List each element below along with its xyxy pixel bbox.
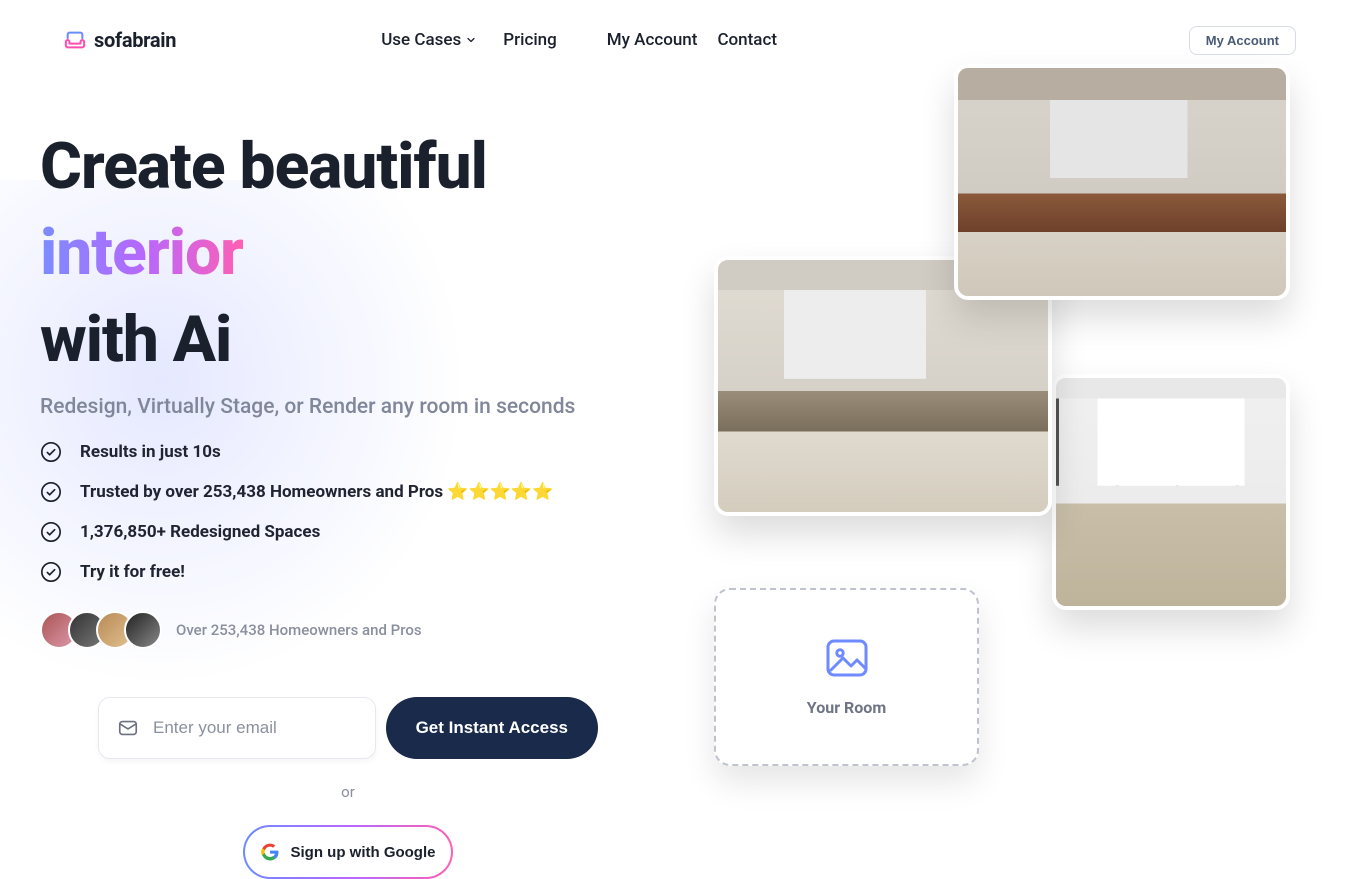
chevron-down-icon [465, 34, 475, 44]
feature-text: Try it for free! [80, 562, 185, 582]
my-account-button[interactable]: My Account [1189, 26, 1296, 55]
header: sofabrain Use Cases Pricing My Account C… [0, 0, 1360, 64]
feature-item: Trusted by over 253,438 Homeowners and P… [40, 481, 640, 503]
feature-text: 1,376,850+ Redesigned Spaces [80, 522, 320, 542]
sample-render-1 [954, 64, 1290, 300]
google-signup-label: Sign up with Google [291, 844, 436, 861]
google-icon [261, 843, 279, 861]
image-icon [825, 638, 869, 678]
email-input-container[interactable] [98, 697, 376, 759]
signup-form: Get Instant Access or Sign up with Googl… [98, 697, 598, 879]
subtitle: Redesign, Virtually Stage, or Render any… [40, 395, 640, 419]
logo[interactable]: sofabrain [64, 28, 176, 52]
headline-animated-word: interior [40, 215, 243, 290]
nav-primary: Use Cases Pricing [381, 30, 557, 50]
feature-item: 1,376,850+ Redesigned Spaces [40, 521, 640, 543]
hero: Create beautiful interior with Ai Redesi… [0, 64, 640, 879]
mail-icon [117, 717, 139, 739]
nav-my-account[interactable]: My Account [607, 30, 698, 50]
google-signup-button[interactable]: Sign up with Google [243, 825, 453, 879]
social-proof-text: Over 253,438 Homeowners and Pros [176, 621, 422, 639]
headline-line3: with Ai [40, 302, 231, 377]
nav-contact-label: Contact [717, 30, 777, 50]
upload-label: Your Room [807, 698, 886, 717]
nav-use-cases[interactable]: Use Cases [381, 30, 475, 50]
headline-line1: Create beautiful [40, 129, 487, 204]
logo-icon [64, 29, 86, 51]
nav-my-account-label: My Account [607, 30, 698, 50]
nav-pricing-label: Pricing [503, 30, 557, 50]
feature-text: Results in just 10s [80, 442, 221, 462]
page-title: Create beautiful interior with Ai [40, 124, 640, 383]
logo-text: sofabrain [94, 28, 176, 52]
nav-contact[interactable]: Contact [717, 30, 777, 50]
nav-use-cases-label: Use Cases [381, 30, 461, 50]
check-circle-icon [40, 481, 62, 503]
avatar [124, 611, 162, 649]
gallery: Your Room [700, 60, 1320, 780]
nav-pricing[interactable]: Pricing [503, 30, 557, 50]
feature-text: Trusted by over 253,438 Homeowners and P… [80, 482, 553, 502]
get-access-button[interactable]: Get Instant Access [386, 697, 598, 759]
social-proof: Over 253,438 Homeowners and Pros [40, 611, 640, 649]
check-circle-icon [40, 441, 62, 463]
or-divider: or [98, 783, 598, 801]
nav-secondary: My Account Contact [607, 30, 777, 50]
check-circle-icon [40, 561, 62, 583]
sample-render-3 [1052, 374, 1290, 610]
email-field[interactable] [153, 718, 357, 738]
feature-item: Results in just 10s [40, 441, 640, 463]
avatar-stack [40, 611, 162, 649]
feature-item: Try it for free! [40, 561, 640, 583]
check-circle-icon [40, 521, 62, 543]
feature-list: Results in just 10s Trusted by over 253,… [40, 441, 640, 583]
upload-dropzone[interactable]: Your Room [714, 588, 979, 766]
